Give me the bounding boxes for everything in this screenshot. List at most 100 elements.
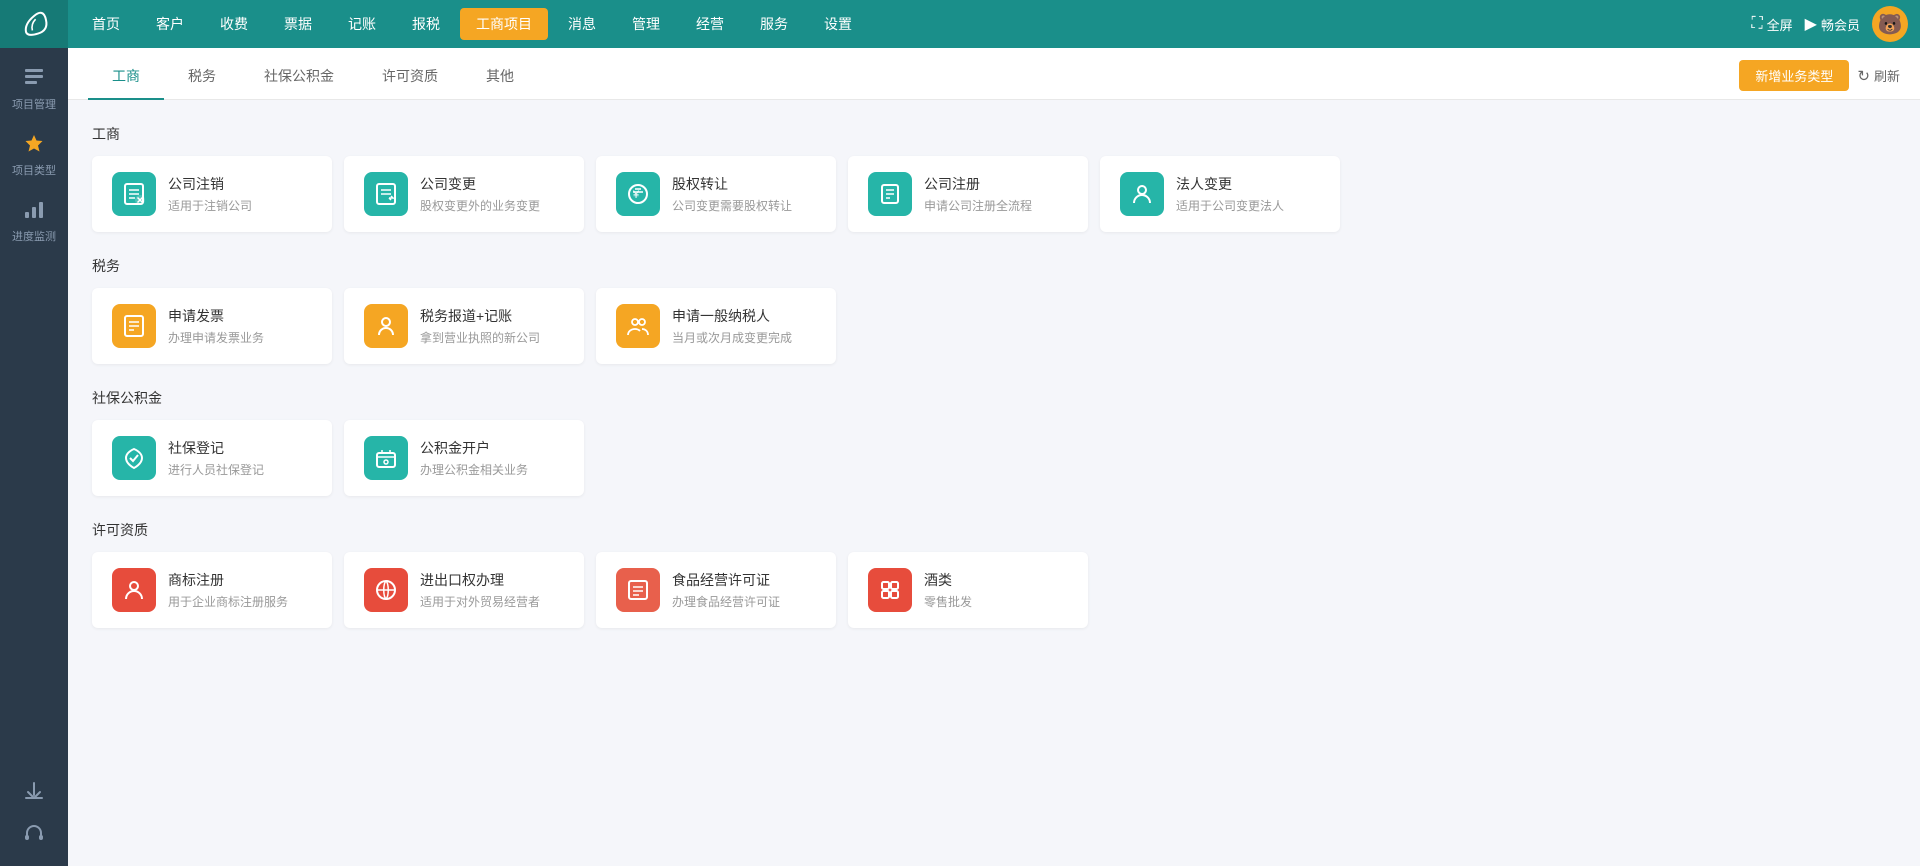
card-provident-fund[interactable]: 公积金开户 办理公积金相关业务	[344, 420, 584, 496]
card-title: 食品经营许可证	[672, 570, 780, 590]
card-import-export[interactable]: 进出口权办理 适用于对外贸易经营者	[344, 552, 584, 628]
card-desc: 办理申请发票业务	[168, 329, 264, 346]
tab-actions: 新增业务类型 ↻ 刷新	[1739, 60, 1900, 99]
tab-business[interactable]: 工商	[88, 54, 164, 100]
card-text-trademark: 商标注册 用于企业商标注册服务	[168, 570, 288, 610]
section-title-license: 许可资质	[92, 520, 1896, 540]
nav-right: ⛶ 全屏 ▶ 畅会员 🐻	[1751, 6, 1920, 42]
card-icon-social-insurance	[112, 436, 156, 480]
sidebar-item-label: 项目类型	[12, 162, 56, 178]
card-trademark[interactable]: 商标注册 用于企业商标注册服务	[92, 552, 332, 628]
card-food-license[interactable]: 食品经营许可证 办理食品经营许可证	[596, 552, 836, 628]
fullscreen-button[interactable]: ⛶ 全屏	[1751, 15, 1792, 34]
nav-customer[interactable]: 客户	[140, 8, 200, 40]
refresh-label: 刷新	[1874, 66, 1900, 85]
card-text-company-register: 公司注册 申请公司注册全流程	[924, 174, 1032, 214]
nav-invoices[interactable]: 票据	[268, 8, 328, 40]
card-title: 公司注销	[168, 174, 252, 194]
card-icon-trademark	[112, 568, 156, 612]
card-text-equity-transfer: 股权转让 公司变更需要股权转让	[672, 174, 792, 214]
card-general-taxpayer[interactable]: 申请一般纳税人 当月或次月成变更完成	[596, 288, 836, 364]
progress-icon	[23, 198, 45, 224]
sidebar-item-project-type[interactable]: 项目类型	[0, 122, 68, 188]
card-title: 进出口权办理	[420, 570, 540, 590]
project-type-icon	[23, 132, 45, 158]
svg-text:¥: ¥	[632, 189, 640, 201]
cards-grid-tax: 申请发票 办理申请发票业务 税务报道+记账 拿到营业执照的新公司	[92, 288, 1896, 364]
vip-button[interactable]: ▶ 畅会员	[1805, 14, 1860, 34]
nav-tax[interactable]: 报税	[396, 8, 456, 40]
cards-grid-social: 社保登记 进行人员社保登记 公积金开户	[92, 420, 1896, 496]
card-desc: 适用于注销公司	[168, 197, 252, 214]
fullscreen-icon: ⛶	[1751, 15, 1762, 33]
section-title-tax: 税务	[92, 256, 1896, 276]
card-desc: 办理公积金相关业务	[420, 461, 528, 478]
card-title: 公司注册	[924, 174, 1032, 194]
card-invoice[interactable]: 申请发票 办理申请发票业务	[92, 288, 332, 364]
card-text-import-export: 进出口权办理 适用于对外贸易经营者	[420, 570, 540, 610]
card-icon-tax-report	[364, 304, 408, 348]
refresh-icon: ↻	[1857, 67, 1870, 85]
sidebar-item-project-management[interactable]: 项目管理	[0, 56, 68, 122]
card-icon-company-cancel	[112, 172, 156, 216]
vip-label: 畅会员	[1821, 15, 1860, 34]
refresh-button[interactable]: ↻ 刷新	[1857, 66, 1900, 85]
card-icon-invoice	[112, 304, 156, 348]
card-desc: 当月或次月成变更完成	[672, 329, 792, 346]
card-title: 商标注册	[168, 570, 288, 590]
card-legal-change[interactable]: 法人变更 适用于公司变更法人	[1100, 156, 1340, 232]
card-title: 申请发票	[168, 306, 264, 326]
card-desc: 股权变更外的业务变更	[420, 197, 540, 214]
tab-tax[interactable]: 税务	[164, 54, 240, 100]
card-title: 社保登记	[168, 438, 264, 458]
nav-management[interactable]: 管理	[616, 8, 676, 40]
sidebar-download[interactable]	[0, 770, 68, 812]
card-title: 公积金开户	[420, 438, 528, 458]
card-company-cancel[interactable]: 公司注销 适用于注销公司	[92, 156, 332, 232]
content-area: 工商 税务 社保公积金 许可资质 其他 新增业务类型 ↻ 刷新 工商	[68, 48, 1920, 866]
card-text-provident-fund: 公积金开户 办理公积金相关业务	[420, 438, 528, 478]
user-avatar[interactable]: 🐻	[1872, 6, 1908, 42]
sidebar-headset[interactable]	[0, 812, 68, 854]
card-text-company-change: 公司变更 股权变更外的业务变更	[420, 174, 540, 214]
nav-items: 首页 客户 收费 票据 记账 报税 工商项目 消息 管理 经营 服务 设置	[68, 8, 1751, 40]
logo	[0, 0, 68, 48]
sidebar-item-label: 项目管理	[12, 96, 56, 112]
card-equity-transfer[interactable]: ¥ 股权转让 公司变更需要股权转让	[596, 156, 836, 232]
card-company-change[interactable]: 公司变更 股权变更外的业务变更	[344, 156, 584, 232]
card-title: 股权转让	[672, 174, 792, 194]
card-icon-provident-fund	[364, 436, 408, 480]
tab-license[interactable]: 许可资质	[358, 54, 462, 100]
card-social-insurance[interactable]: 社保登记 进行人员社保登记	[92, 420, 332, 496]
nav-accounting[interactable]: 记账	[332, 8, 392, 40]
cards-grid-license: 商标注册 用于企业商标注册服务 进出口权办理 适用于对外贸易经	[92, 552, 1896, 628]
tab-other[interactable]: 其他	[462, 54, 538, 100]
card-title: 公司变更	[420, 174, 540, 194]
nav-settings[interactable]: 设置	[808, 8, 868, 40]
card-icon-equity-transfer: ¥	[616, 172, 660, 216]
card-title: 申请一般纳税人	[672, 306, 792, 326]
sidebar-item-label: 进度监测	[12, 228, 56, 244]
card-text-food-license: 食品经营许可证 办理食品经营许可证	[672, 570, 780, 610]
new-business-type-button[interactable]: 新增业务类型	[1739, 60, 1849, 91]
nav-services[interactable]: 服务	[744, 8, 804, 40]
nav-home[interactable]: 首页	[76, 8, 136, 40]
card-text-liquor: 酒类 零售批发	[924, 570, 972, 610]
card-icon-company-change	[364, 172, 408, 216]
nav-fees[interactable]: 收费	[204, 8, 264, 40]
card-tax-report[interactable]: 税务报道+记账 拿到营业执照的新公司	[344, 288, 584, 364]
sidebar-item-progress[interactable]: 进度监测	[0, 188, 68, 254]
tab-bar: 工商 税务 社保公积金 许可资质 其他 新增业务类型 ↻ 刷新	[68, 48, 1920, 100]
card-liquor[interactable]: 酒类 零售批发	[848, 552, 1088, 628]
card-company-register[interactable]: 公司注册 申请公司注册全流程	[848, 156, 1088, 232]
card-icon-company-register	[868, 172, 912, 216]
cards-grid-business: 公司注销 适用于注销公司 公司变更	[92, 156, 1896, 232]
nav-business[interactable]: 工商项目	[460, 8, 548, 40]
card-desc: 申请公司注册全流程	[924, 197, 1032, 214]
card-desc: 公司变更需要股权转让	[672, 197, 792, 214]
card-title: 税务报道+记账	[420, 306, 540, 326]
nav-messages[interactable]: 消息	[552, 8, 612, 40]
tab-social-insurance[interactable]: 社保公积金	[240, 54, 358, 100]
nav-operations[interactable]: 经营	[680, 8, 740, 40]
sidebar: 项目管理 项目类型 进度监测	[0, 48, 68, 866]
